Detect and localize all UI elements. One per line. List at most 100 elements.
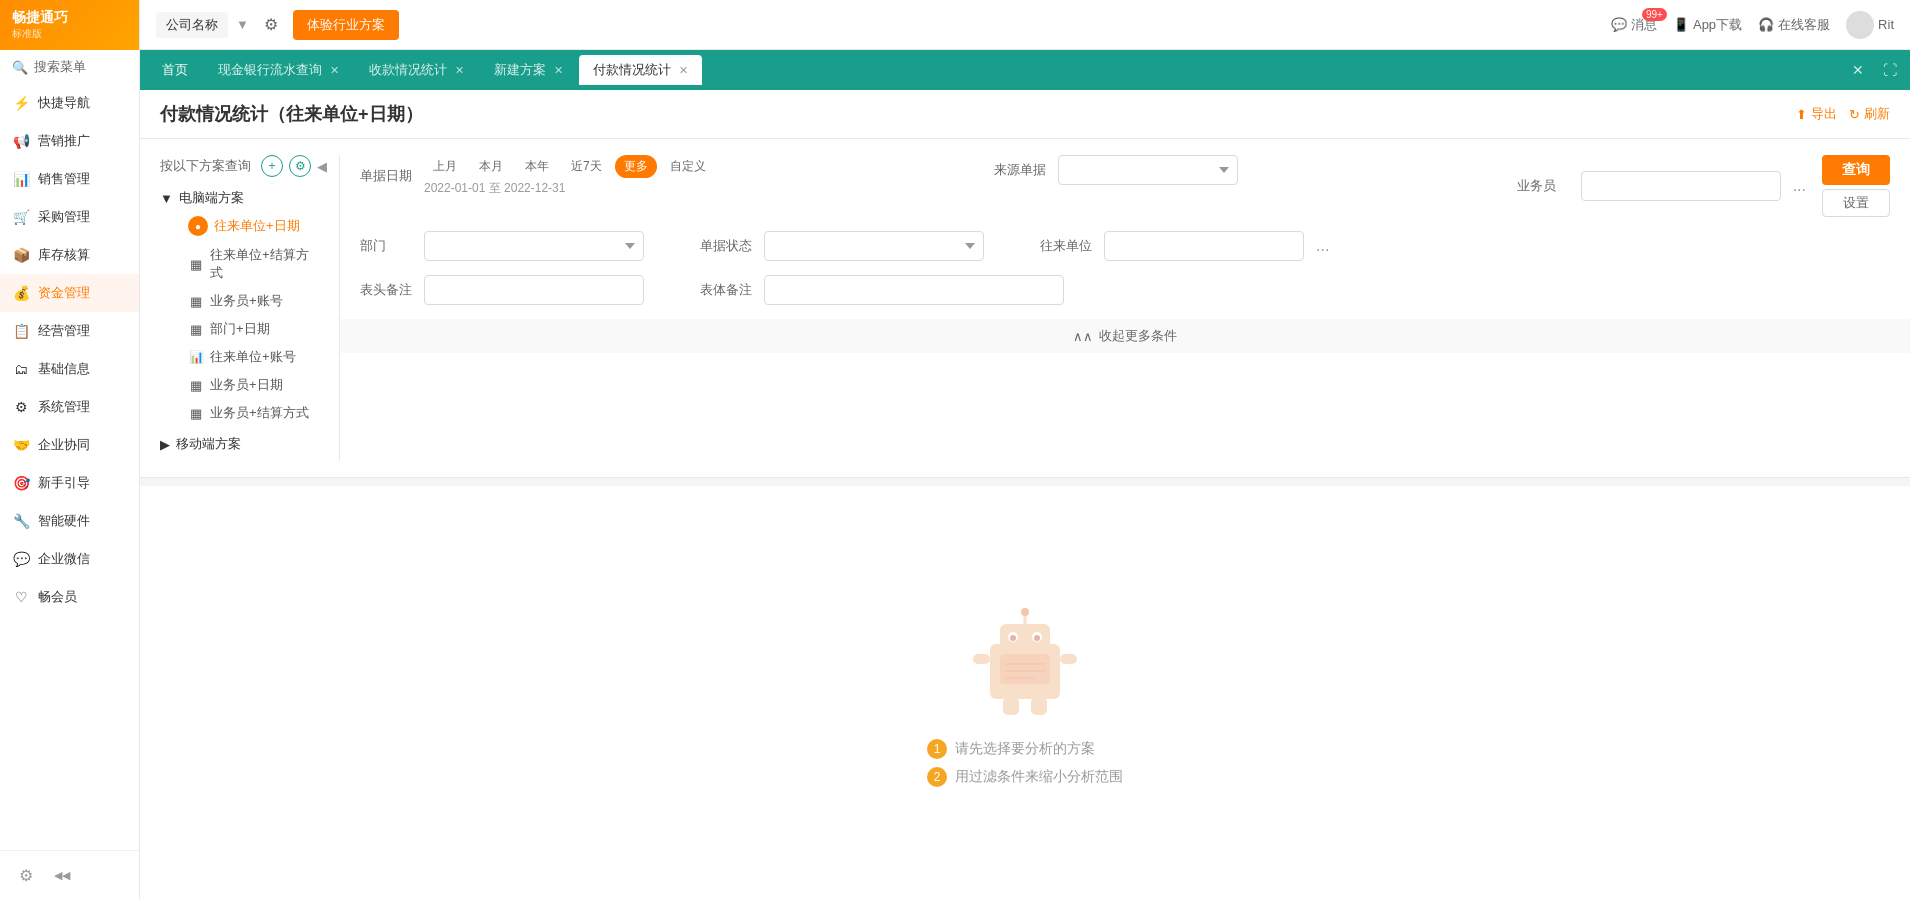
tab-new-scheme-close[interactable]: ✕ (554, 64, 563, 77)
messages-action[interactable]: 💬 消息 99+ (1611, 16, 1657, 34)
collapse-scheme-btn[interactable]: ◀ (317, 159, 327, 174)
sidebar-item-member[interactable]: ♡ 畅会员 (0, 578, 139, 616)
header-settings-btn[interactable]: ⚙ (257, 11, 285, 39)
tip-num-1: 1 (927, 739, 947, 759)
app-download-action[interactable]: 📱 App下载 (1673, 16, 1742, 34)
empty-tip-2-text: 用过滤条件来缩小分析范围 (955, 768, 1123, 786)
scheme-salesman-date[interactable]: ▦ 业务员+日期 (160, 371, 327, 399)
date-btn-this-month[interactable]: 本月 (470, 155, 512, 178)
voucher-status-select[interactable] (764, 231, 984, 261)
company-dropdown-icon[interactable]: ▼ (236, 17, 249, 32)
footer-collapse-btn[interactable]: ◀◀ (48, 861, 76, 889)
scheme-partner-date[interactable]: ● 往来单位+日期 (160, 211, 327, 241)
date-btn-last-month[interactable]: 上月 (424, 155, 466, 178)
refresh-button[interactable]: ↻ 刷新 (1849, 105, 1890, 123)
sidebar-item-capital[interactable]: 💰 资金管理 (0, 274, 139, 312)
sidebar-item-guide[interactable]: 🎯 新手引导 (0, 464, 139, 502)
sidebar-item-basic-info[interactable]: 🗂 基础信息 (0, 350, 139, 388)
table-body-note-input[interactable] (764, 275, 1064, 305)
scheme-partner-account[interactable]: 📊 往来单位+账号 (160, 343, 327, 371)
tab-maximize-btn[interactable]: ⛶ (1878, 58, 1902, 82)
tab-payment-situation[interactable]: 付款情况统计 ✕ (579, 55, 702, 85)
pc-scheme-group-label: 电脑端方案 (179, 189, 244, 207)
footer-settings-btn[interactable]: ⚙ (12, 861, 40, 889)
tab-new-scheme-label: 新建方案 (494, 61, 546, 79)
page-header: 付款情况统计（往来单位+日期） ⬆ 导出 ↻ 刷新 (140, 90, 1910, 139)
page-header-actions: ⬆ 导出 ↻ 刷新 (1796, 105, 1890, 123)
filter-row-2: 部门 单据状态 往来单位 ... (360, 231, 1890, 261)
tab-cash-flow[interactable]: 现金银行流水查询 ✕ (204, 55, 353, 85)
voucher-status-label: 单据状态 (700, 237, 756, 255)
pc-scheme-group-header[interactable]: ▼ 电脑端方案 (160, 185, 327, 211)
sidebar-header: 畅捷通巧 标准版 (0, 0, 139, 50)
settings-scheme-btn[interactable]: ⚙ (289, 155, 311, 177)
tab-new-scheme[interactable]: 新建方案 ✕ (480, 55, 577, 85)
sidebar-item-purchase[interactable]: 🛒 采购管理 (0, 198, 139, 236)
partner-input[interactable] (1104, 231, 1304, 261)
query-button[interactable]: 查询 (1822, 155, 1890, 185)
tab-window-actions: ✕ ⛶ (1846, 58, 1902, 82)
sidebar-item-enterprise[interactable]: 🤝 企业协同 (0, 426, 139, 464)
sidebar-item-label: 经营管理 (38, 322, 90, 340)
trial-button[interactable]: 体验行业方案 (293, 10, 399, 40)
export-label: 导出 (1811, 105, 1837, 123)
online-service-action[interactable]: 🎧 在线客服 (1758, 16, 1830, 34)
sidebar-item-sales[interactable]: 📊 销售管理 (0, 160, 139, 198)
empty-tip-2: 2 用过滤条件来缩小分析范围 (927, 767, 1123, 787)
date-btn-this-year[interactable]: 本年 (516, 155, 558, 178)
tab-close-all-btn[interactable]: ✕ (1846, 58, 1870, 82)
tab-payment-stats-close[interactable]: ✕ (455, 64, 464, 77)
scheme-partner-settlement[interactable]: ▦ 往来单位+结算方式 (160, 241, 327, 287)
date-btn-custom[interactable]: 自定义 (661, 155, 715, 178)
scheme-salesman-settlement[interactable]: ▦ 业务员+结算方式 (160, 399, 327, 427)
collapse-more-btn[interactable]: ∧∧ 收起更多条件 (340, 319, 1910, 353)
scheme-label: 往来单位+结算方式 (210, 246, 319, 282)
sidebar-item-hardware[interactable]: 🔧 智能硬件 (0, 502, 139, 540)
tab-home[interactable]: 首页 (148, 55, 202, 85)
empty-tip-1: 1 请先选择要分析的方案 (927, 739, 1123, 759)
tab-payment-stats[interactable]: 收款情况统计 ✕ (355, 55, 478, 85)
dept-select[interactable] (424, 231, 644, 261)
sidebar-item-inventory[interactable]: 📦 库存核算 (0, 236, 139, 274)
date-buttons: 上月 本月 本年 近7天 更多 自定义 (424, 155, 715, 178)
source-label: 来源单据 (994, 161, 1050, 179)
sidebar-item-label: 库存核算 (38, 246, 90, 264)
date-btn-more[interactable]: 更多 (615, 155, 657, 178)
empty-state: 1 请先选择要分析的方案 2 用过滤条件来缩小分析范围 (140, 486, 1910, 899)
sidebar-item-wechat[interactable]: 💬 企业微信 (0, 540, 139, 578)
svg-rect-11 (1003, 697, 1019, 715)
sidebar: 畅捷通巧 标准版 🔍 搜索菜单 ⚡ 快捷导航 📢 营销推广 📊 销售管理 🛒 采… (0, 0, 140, 899)
scheme-dept-date[interactable]: ▦ 部门+日期 (160, 315, 327, 343)
sidebar-search[interactable]: 🔍 搜索菜单 (0, 50, 139, 84)
sidebar-item-operation[interactable]: 📋 经营管理 (0, 312, 139, 350)
date-btn-7days[interactable]: 近7天 (562, 155, 611, 178)
sidebar-item-label: 企业协同 (38, 436, 90, 454)
scheme-title: 按以下方案查询 (160, 157, 251, 175)
salesman-input[interactable] (1581, 171, 1781, 201)
settings-small-button[interactable]: 设置 (1822, 189, 1890, 217)
user-area[interactable]: Rit (1846, 11, 1894, 39)
source-select[interactable] (1058, 155, 1238, 185)
scheme-label: 业务员+日期 (210, 376, 283, 394)
scheme-grid-icon4: ▦ (188, 377, 204, 393)
company-name[interactable]: 公司名称 (156, 12, 228, 38)
table-header-note-input[interactable] (424, 275, 644, 305)
scheme-grid-icon2: ▦ (188, 293, 204, 309)
partner-dots[interactable]: ... (1316, 237, 1329, 255)
wechat-icon: 💬 (12, 550, 30, 568)
add-scheme-btn[interactable]: + (261, 155, 283, 177)
mobile-scheme-group-header[interactable]: ▶ 移动端方案 (160, 431, 327, 457)
chevron-right-icon: ▶ (160, 437, 170, 452)
export-button[interactable]: ⬆ 导出 (1796, 105, 1837, 123)
salesman-dots[interactable]: ... (1793, 177, 1806, 195)
sidebar-search-label: 搜索菜单 (34, 58, 86, 76)
sidebar-item-marketing[interactable]: 📢 营销推广 (0, 122, 139, 160)
tab-payment-situation-close[interactable]: ✕ (679, 64, 688, 77)
sidebar-item-label: 快捷导航 (38, 94, 90, 112)
member-icon: ♡ (12, 588, 30, 606)
sidebar-item-system[interactable]: ⚙ 系统管理 (0, 388, 139, 426)
tab-cash-flow-close[interactable]: ✕ (330, 64, 339, 77)
scheme-salesman-account[interactable]: ▦ 业务员+账号 (160, 287, 327, 315)
mobile-scheme-group-label: 移动端方案 (176, 435, 241, 453)
sidebar-item-quick-nav[interactable]: ⚡ 快捷导航 (0, 84, 139, 122)
